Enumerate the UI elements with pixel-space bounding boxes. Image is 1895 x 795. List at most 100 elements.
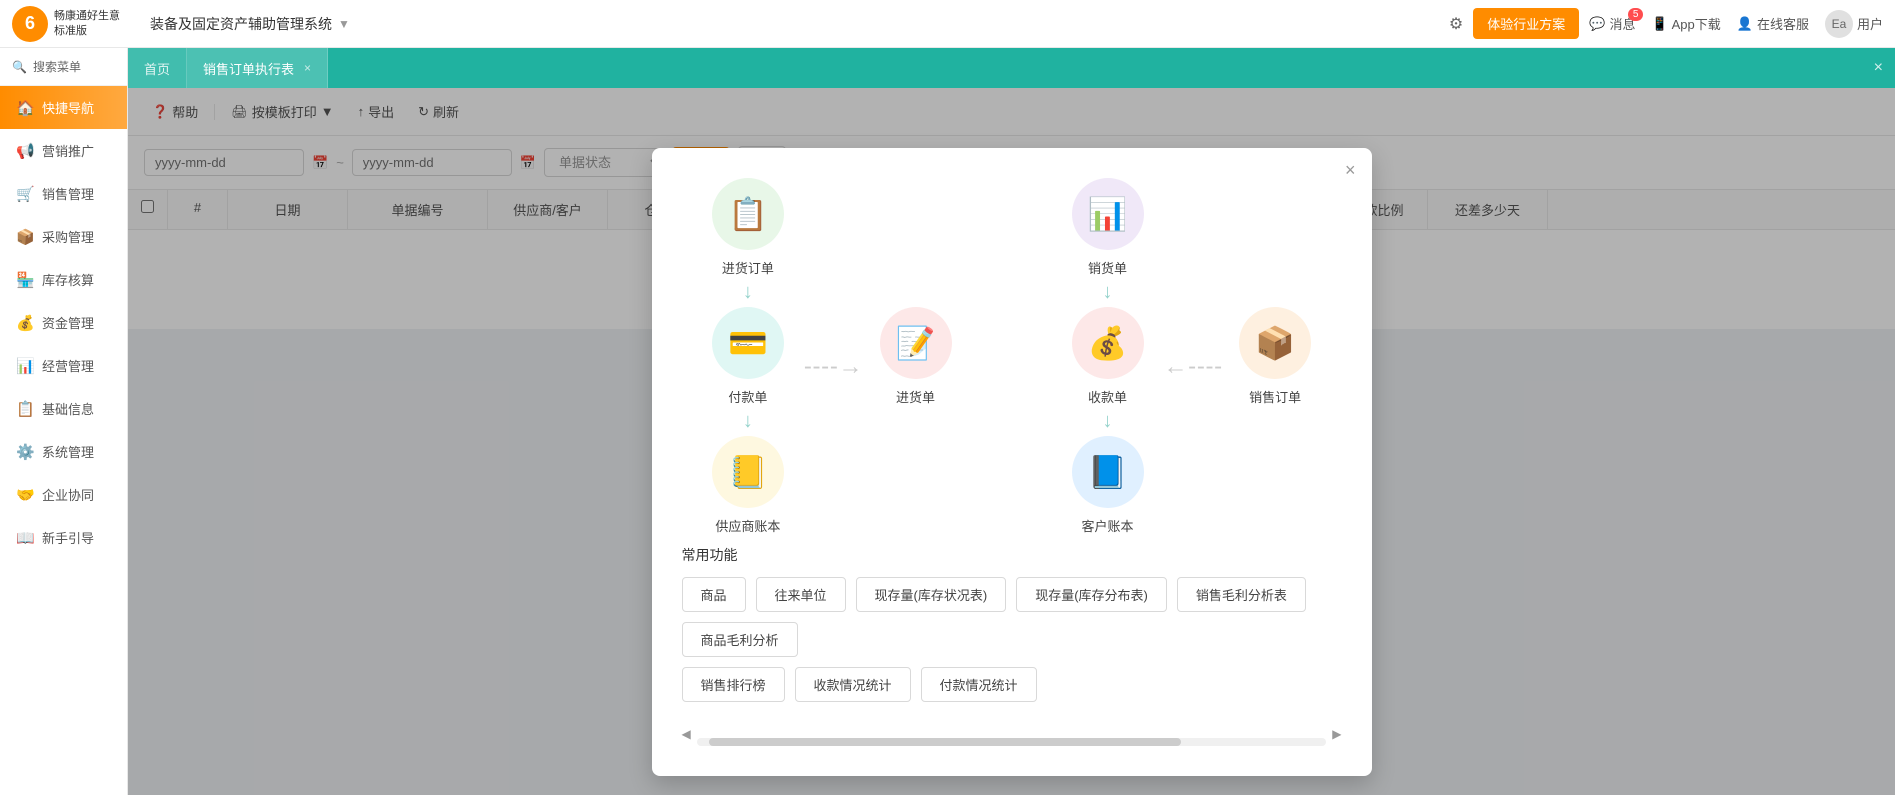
flow-sales-slip[interactable]: 📊 销货单 bbox=[1072, 178, 1144, 277]
enterprise-icon: 🤝 bbox=[16, 486, 34, 504]
basic-icon: 📋 bbox=[16, 400, 34, 418]
tab-sales-order-exec[interactable]: 销售订单执行表 × bbox=[187, 48, 328, 88]
down-arrow-1: ↓ bbox=[743, 277, 753, 307]
func-goods[interactable]: 商品 bbox=[682, 577, 746, 612]
system-dropdown-icon[interactable]: ▼ bbox=[338, 17, 350, 31]
func-stock-status[interactable]: 现存量(库存状况表) bbox=[856, 577, 1007, 612]
sidebar-item-sales[interactable]: 🛒 销售管理 bbox=[0, 172, 127, 215]
tab-close-icon[interactable]: × bbox=[304, 61, 311, 75]
inventory-icon: 🏪 bbox=[16, 271, 34, 289]
func-buttons-row-1: 商品 往来单位 现存量(库存状况表) 现存量(库存分布表) 销售毛利分析表 商品… bbox=[682, 577, 1342, 657]
settings-icon[interactable]: ⚙ bbox=[1449, 14, 1463, 34]
guide-icon: 📖 bbox=[16, 529, 34, 547]
modal-scrollbar[interactable] bbox=[697, 738, 1327, 746]
scrollbar-thumb bbox=[709, 738, 1181, 746]
logo-area: 6 畅康通好生意 标准版 bbox=[12, 6, 140, 42]
receipt-label: 收款单 bbox=[1088, 387, 1127, 406]
avatar: Ea bbox=[1825, 10, 1853, 38]
tab-home[interactable]: 首页 bbox=[128, 48, 187, 88]
purchase-order-label: 进货订单 bbox=[722, 258, 774, 277]
tab-bar: 首页 销售订单执行表 × × bbox=[128, 48, 1895, 88]
sidebar-item-enterprise[interactable]: 🤝 企业协同 bbox=[0, 473, 127, 516]
sidebar-item-inventory[interactable]: 🏪 库存核算 bbox=[0, 258, 127, 301]
down-arrow-3: ↓ bbox=[743, 406, 753, 436]
sidebar-item-basic[interactable]: 📋 基础信息 bbox=[0, 387, 127, 430]
flow-customer-ledger[interactable]: 📘 客户账本 bbox=[1072, 436, 1144, 535]
modal-overlay[interactable]: × 📋 进货订单 ↓ 💳 bbox=[128, 88, 1895, 795]
scroll-left-icon[interactable]: ◀ bbox=[682, 727, 691, 741]
flow-purchase-order[interactable]: 📋 进货订单 bbox=[712, 178, 784, 277]
modal-scrollbar-area: ◀ ▶ bbox=[682, 722, 1342, 746]
receipt-icon: 💰 bbox=[1072, 307, 1144, 379]
flow-payment-slip[interactable]: 💳 付款单 bbox=[712, 307, 784, 406]
modal-close-button[interactable]: × bbox=[1345, 160, 1356, 181]
scroll-right-icon[interactable]: ▶ bbox=[1332, 727, 1341, 741]
arrow-purchase: - - - - → bbox=[804, 333, 860, 381]
logo-text: 畅康通好生意 标准版 bbox=[54, 9, 120, 38]
window-close-icon[interactable]: × bbox=[1862, 59, 1895, 77]
arrow-sales: ← - - - - bbox=[1164, 333, 1220, 381]
message-badge: 5 bbox=[1628, 8, 1644, 21]
message-button[interactable]: 💬 消息 5 bbox=[1589, 14, 1635, 33]
trial-button[interactable]: 体验行业方案 bbox=[1473, 8, 1579, 39]
message-icon: 💬 bbox=[1589, 16, 1605, 32]
system-icon: ⚙️ bbox=[16, 443, 34, 461]
sales-order-label: 销售订单 bbox=[1249, 387, 1301, 406]
func-sales-rank[interactable]: 销售排行榜 bbox=[682, 667, 785, 702]
sidebar-item-marketing[interactable]: 📢 营销推广 bbox=[0, 129, 127, 172]
sales-order-icon: 📦 bbox=[1239, 307, 1311, 379]
supplier-ledger-label: 供应商账本 bbox=[715, 516, 780, 535]
sidebar-item-operations[interactable]: 📊 经营管理 bbox=[0, 344, 127, 387]
func-stock-dist[interactable]: 现存量(库存分布表) bbox=[1016, 577, 1167, 612]
download-icon: 📱 bbox=[1651, 16, 1667, 32]
common-functions-title: 常用功能 bbox=[682, 545, 1342, 565]
func-buttons-row-2: 销售排行榜 收款情况统计 付款情况统计 bbox=[682, 667, 1342, 702]
purchase-icon: 📦 bbox=[16, 228, 34, 246]
sidebar-item-guide[interactable]: 📖 新手引导 bbox=[0, 516, 127, 559]
marketing-icon: 📢 bbox=[16, 142, 34, 160]
system-title: 装备及固定资产辅助管理系统 ▼ bbox=[150, 14, 1439, 34]
payment-label: 付款单 bbox=[728, 387, 767, 406]
search-icon: 🔍 bbox=[12, 60, 27, 74]
home-icon: 🏠 bbox=[16, 99, 34, 117]
customer-ledger-icon: 📘 bbox=[1072, 436, 1144, 508]
sidebar-item-quick-nav[interactable]: 🏠 快捷导航 bbox=[0, 86, 127, 129]
sidebar-item-purchase[interactable]: 📦 采购管理 bbox=[0, 215, 127, 258]
online-service-button[interactable]: 👤 在线客服 bbox=[1737, 14, 1809, 33]
sales-slip-icon: 📊 bbox=[1072, 178, 1144, 250]
content-area: 首页 销售订单执行表 × × ❓ 帮助 🖨 bbox=[128, 48, 1895, 795]
supplier-ledger-icon: 📒 bbox=[712, 436, 784, 508]
func-goods-profit[interactable]: 商品毛利分析 bbox=[682, 622, 798, 657]
func-payment-stats[interactable]: 付款情况统计 bbox=[921, 667, 1037, 702]
top-right-area: 💬 消息 5 📱 App下载 👤 在线客服 Ea 用户 bbox=[1589, 10, 1883, 38]
common-functions-section: 常用功能 商品 往来单位 现存量(库存状况表) 现存量(库存分布表) 销售毛利分… bbox=[682, 545, 1342, 702]
func-sales-profit[interactable]: 销售毛利分析表 bbox=[1177, 577, 1306, 612]
app-download-button[interactable]: 📱 App下载 bbox=[1651, 14, 1720, 33]
sales-slip-label: 销货单 bbox=[1088, 258, 1127, 277]
user-menu[interactable]: Ea 用户 bbox=[1825, 10, 1883, 38]
payment-icon: 💳 bbox=[712, 307, 784, 379]
flow-receipt-slip[interactable]: 💰 收款单 bbox=[1072, 307, 1144, 406]
purchase-order-icon: 📋 bbox=[712, 178, 784, 250]
flow-sales-order[interactable]: 📦 销售订单 bbox=[1239, 307, 1311, 406]
purchase-slip-label: 进货单 bbox=[896, 387, 935, 406]
flow-supplier-ledger[interactable]: 📒 供应商账本 bbox=[712, 436, 784, 535]
func-receipt-stats[interactable]: 收款情况统计 bbox=[795, 667, 911, 702]
sidebar: 🔍 搜索菜单 🏠 快捷导航 📢 营销推广 🛒 销售管理 📦 采购管理 🏪 bbox=[0, 48, 128, 795]
finance-icon: 💰 bbox=[16, 314, 34, 332]
func-partners[interactable]: 往来单位 bbox=[756, 577, 846, 612]
sidebar-item-system[interactable]: ⚙️ 系统管理 bbox=[0, 430, 127, 473]
customer-ledger-label: 客户账本 bbox=[1081, 516, 1133, 535]
service-icon: 👤 bbox=[1737, 16, 1753, 32]
flow-purchase-slip[interactable]: 📝 进货单 bbox=[880, 307, 952, 406]
operations-icon: 📊 bbox=[16, 357, 34, 375]
search-menu-item[interactable]: 🔍 搜索菜单 bbox=[0, 48, 127, 86]
page-content: ❓ 帮助 🖨 按模板打印 ▼ ↑ 导出 ↻ 刷新 bbox=[128, 88, 1895, 795]
logo-icon: 6 bbox=[12, 6, 48, 42]
down-arrow-2: ↓ bbox=[1103, 277, 1113, 307]
quick-nav-modal: × 📋 进货订单 ↓ 💳 bbox=[652, 148, 1372, 776]
sidebar-item-finance[interactable]: 💰 资金管理 bbox=[0, 301, 127, 344]
sales-icon: 🛒 bbox=[16, 185, 34, 203]
down-arrow-4: ↓ bbox=[1103, 406, 1113, 436]
purchase-slip-icon: 📝 bbox=[880, 307, 952, 379]
